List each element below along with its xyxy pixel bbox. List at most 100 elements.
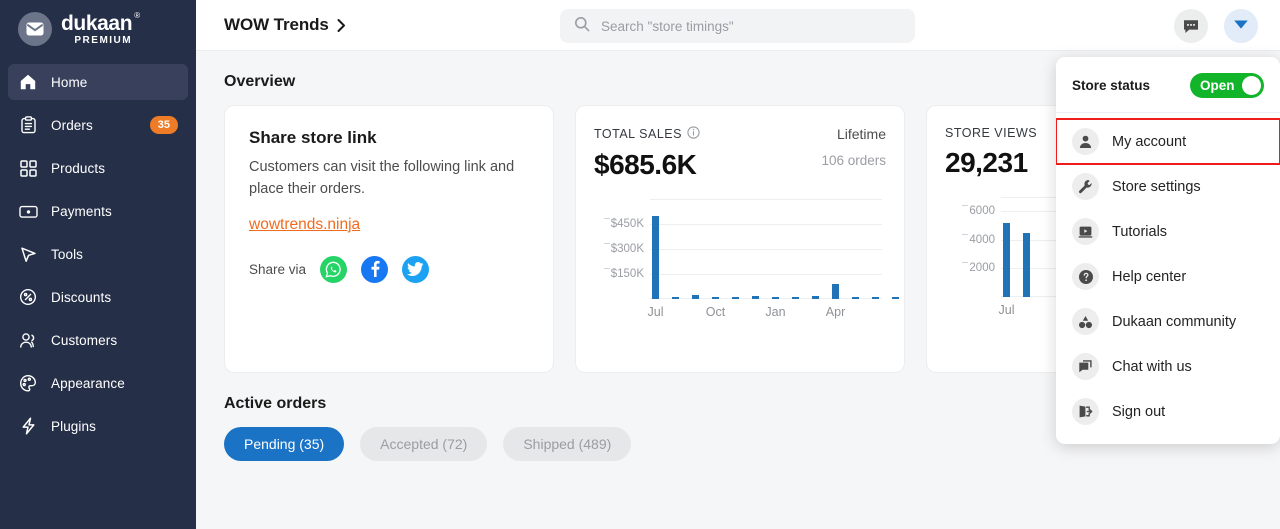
envelope-icon [18,12,52,46]
menu-item-chat-with-us[interactable]: Chat with us [1056,344,1280,389]
account-menu-button[interactable] [1224,9,1258,43]
y-axis-tick: $300K [603,243,644,255]
share-card-heading: Share store link [249,128,377,147]
wrench-icon [1072,173,1099,200]
store-status-row: Store status Open [1056,57,1280,113]
grid-icon [18,158,38,178]
account-menu-list: My account Store settings Tutorials Help… [1056,113,1280,434]
sidebar-item-plugins[interactable]: Plugins [8,408,188,444]
search-icon [574,16,590,37]
sidebar-item-discounts[interactable]: Discounts [8,279,188,315]
sidebar-item-label: Home [51,74,88,90]
breadcrumb[interactable]: WOW Trends [224,15,347,35]
total-sales-chart: $450K $300K $150K Jul Oct Jan Apr [594,199,899,321]
chat-bubble-icon[interactable] [1174,9,1208,43]
chevron-down-icon [1233,17,1249,35]
percent-badge-icon [18,287,38,307]
tab-pending[interactable]: Pending (35) [224,427,345,461]
menu-item-sign-out[interactable]: Sign out [1056,389,1280,434]
menu-item-label: Help center [1112,268,1187,285]
brand-name: dukaan [61,11,133,35]
toggle-knob [1242,76,1261,95]
menu-item-help-center[interactable]: Help center [1056,254,1280,299]
y-tick-dash [603,218,610,219]
sidebar-item-label: Products [51,160,106,176]
facebook-icon[interactable] [361,255,389,283]
menu-item-label: Sign out [1112,403,1166,420]
search-input[interactable]: Search "store timings" [560,9,915,43]
bar [732,297,739,299]
sidebar-item-label: Plugins [51,418,96,434]
search-wrap: Search "store timings" [560,9,915,43]
brand-tier: PREMIUM [74,34,133,46]
sidebar-item-customers[interactable]: Customers [8,322,188,358]
y-tick-dash [603,268,610,269]
bar [752,296,759,299]
y-tick-dash [962,262,969,264]
sidebar-item-products[interactable]: Products [8,150,188,186]
menu-item-my-account[interactable]: My account [1056,118,1280,165]
people-icon [18,330,38,350]
registered-mark: ® [134,10,141,20]
tab-shipped[interactable]: Shipped (489) [503,427,632,461]
store-views-value: 29,231 [945,147,1028,178]
y-axis-tick: $450K [603,218,644,230]
y-tick-dash [603,243,610,244]
bar [832,283,839,299]
y-tick-dash [962,233,969,235]
person-icon [1072,128,1099,155]
community-icon [1072,308,1099,335]
x-axis-tick: Jan [765,305,786,319]
chevron-right-icon [336,18,347,33]
menu-item-label: Tutorials [1112,223,1168,240]
y-axis-tick: 2000 [962,262,995,274]
share-card-description: Customers can visit the following link a… [249,159,515,197]
store-link[interactable]: wowtrends.ninja [249,216,360,234]
menu-item-label: My account [1112,133,1187,150]
menu-item-dukaan-community[interactable]: Dukaan community [1056,299,1280,344]
clipboard-icon [18,115,38,135]
share-via-row: Share via [249,255,529,283]
page-title: WOW Trends [224,15,329,34]
total-sales-plot-area: $450K $300K $150K Jul Oct Jan Apr [603,199,899,319]
total-sales-label: TOTAL SALES [594,126,700,142]
menu-item-label: Chat with us [1112,358,1192,375]
menu-item-store-settings[interactable]: Store settings [1056,164,1280,209]
total-sales-card: TOTAL SALES $685.6K Lifetime 106 orders … [575,105,905,373]
sidebar-item-tools[interactable]: Tools [8,236,188,272]
sidebar-item-home[interactable]: Home [8,64,188,100]
sidebar-item-label: Discounts [51,289,112,305]
question-mark-icon [1072,263,1099,290]
menu-item-label: Dukaan community [1112,313,1237,330]
bar [852,297,859,299]
whatsapp-icon[interactable] [320,255,348,283]
total-sales-orders: 106 orders [821,153,886,168]
bar [1003,222,1010,297]
store-status-label: Store status [1072,78,1151,93]
bar [672,297,679,299]
account-dropdown-menu: Store status Open My account Store setti… [1056,57,1280,444]
sidebar-item-payments[interactable]: Payments [8,193,188,229]
sidebar-item-label: Orders [51,117,93,133]
sidebar-item-appearance[interactable]: Appearance [8,365,188,401]
total-sales-value: $685.6K [594,149,697,180]
x-axis-tick: Jul [998,303,1015,317]
sidebar-item-label: Appearance [51,375,125,391]
store-views-label: STORE VIEWS [945,126,1037,140]
info-icon[interactable] [687,126,700,142]
sidebar-item-orders[interactable]: Orders 35 [8,107,188,143]
tab-accepted[interactable]: Accepted (72) [360,427,488,461]
brand-logo[interactable]: dukaan ® PREMIUM [0,0,196,56]
video-play-icon [1072,218,1099,245]
bar [1023,233,1030,297]
menu-item-tutorials[interactable]: Tutorials [1056,209,1280,254]
bar [712,296,719,299]
app-root: dukaan ® PREMIUM Home Orders 35 Products… [0,0,1280,529]
sidebar: dukaan ® PREMIUM Home Orders 35 Products… [0,0,196,529]
menu-item-label: Store settings [1112,178,1201,195]
bar [652,215,659,299]
twitter-icon[interactable] [402,255,430,283]
topbar: WOW Trends Search "store timings" [196,0,1280,51]
top-actions [1174,9,1258,43]
store-status-toggle[interactable]: Open [1190,73,1264,98]
